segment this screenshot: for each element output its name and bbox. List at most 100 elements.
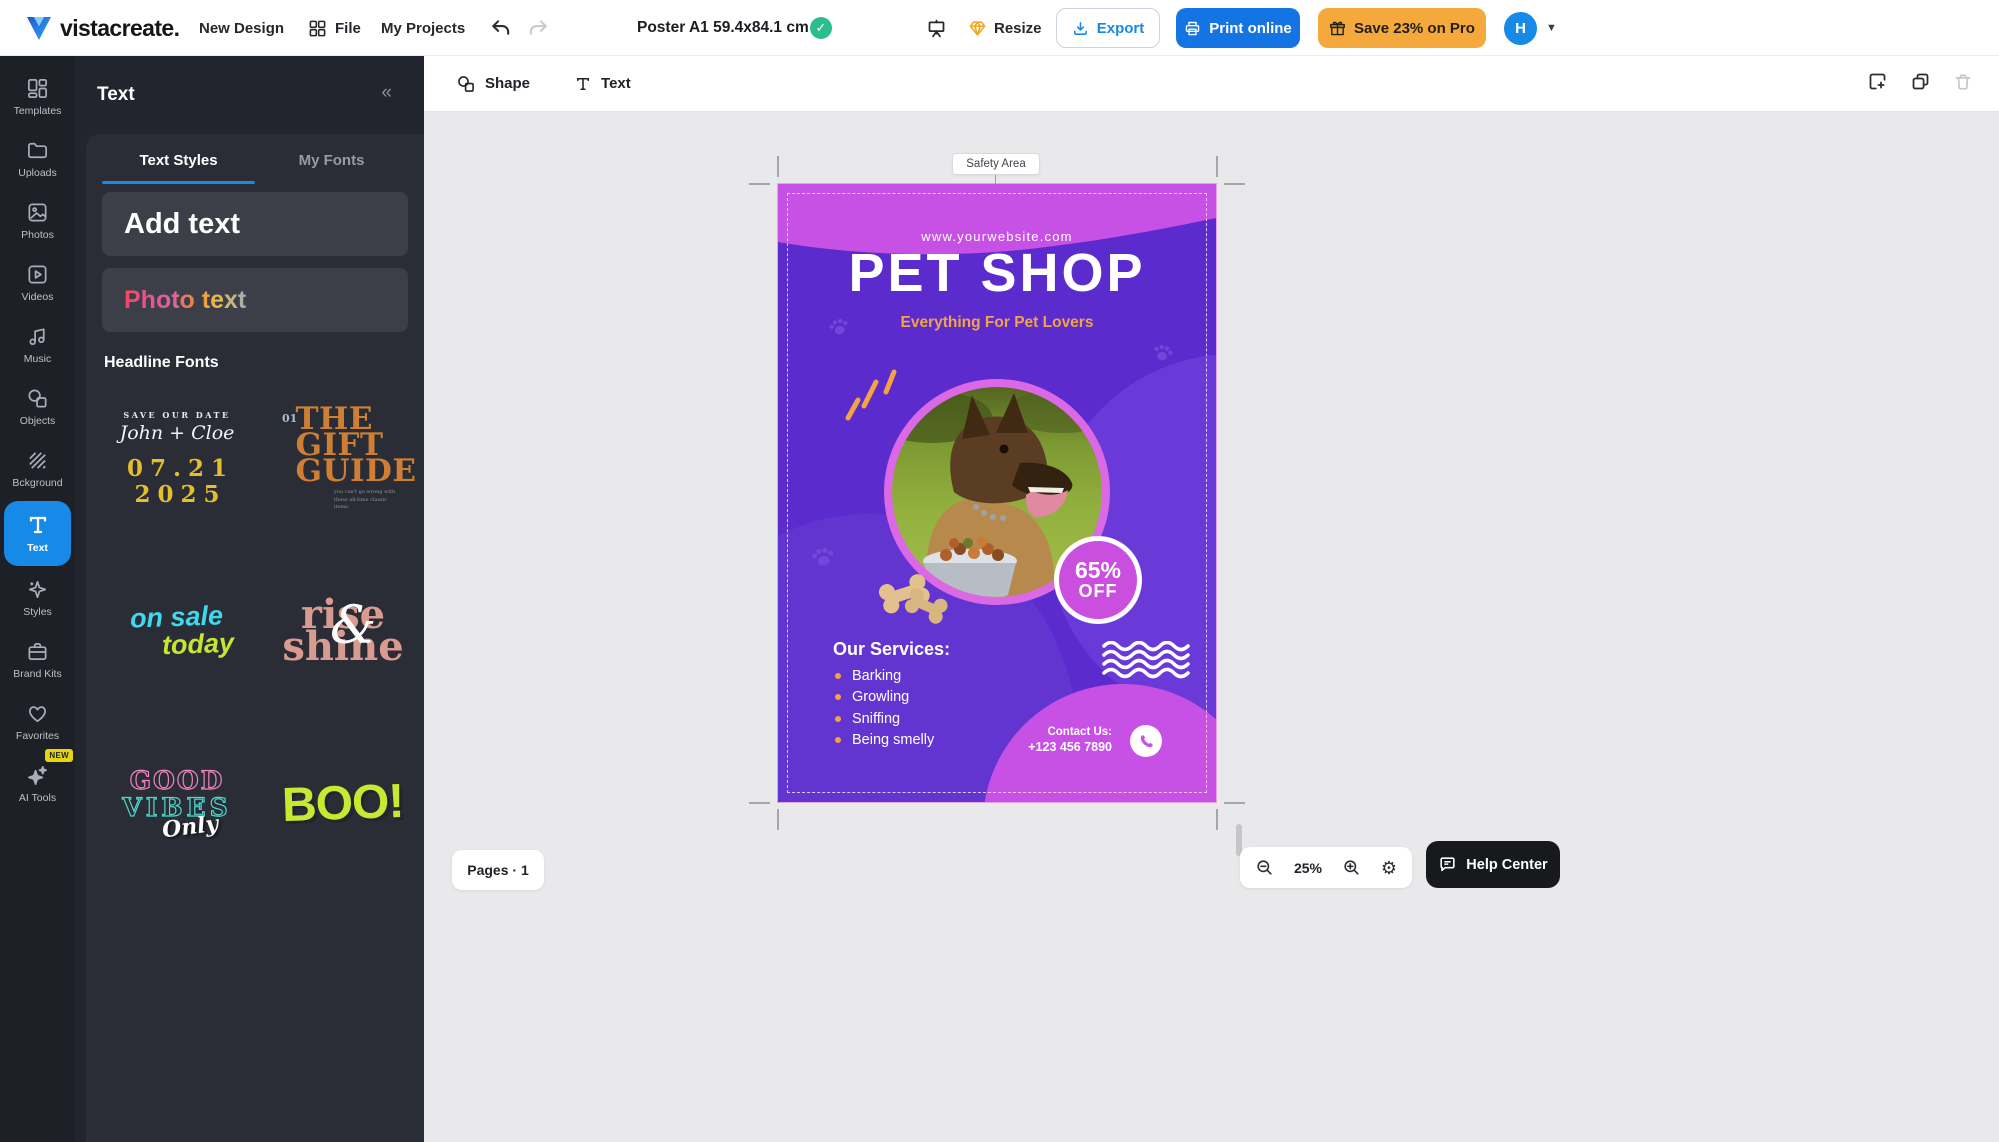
present-button[interactable] — [926, 0, 947, 56]
delete-icon[interactable] — [1953, 72, 1973, 97]
font-sample-gift-guide[interactable]: 01 THE GIFT GUIDE you can't go wrong wit… — [268, 386, 418, 532]
sidebar-item-ai-tools[interactable]: NEW AI Tools — [0, 753, 75, 815]
phone-icon — [1130, 725, 1162, 757]
canvas-toolbar: Shape Text — [424, 56, 1999, 112]
text-t-icon — [574, 75, 592, 93]
paw-print-icon — [1150, 340, 1176, 366]
panel-tabs: Text Styles My Fonts — [102, 136, 408, 184]
sidebar-item-uploads[interactable]: Uploads — [0, 128, 75, 190]
music-icon — [26, 325, 49, 348]
brand-name: vistacreate. — [60, 15, 179, 42]
headline-fonts-label: Headline Fonts — [104, 354, 408, 372]
dog-bones — [874, 570, 952, 628]
avatar[interactable]: H — [1504, 12, 1537, 45]
redo-button[interactable] — [527, 0, 550, 56]
download-icon — [1072, 20, 1089, 37]
nav-file-label: File — [335, 20, 361, 37]
sidebar-item-music[interactable]: Music — [0, 314, 75, 376]
print-online-button[interactable]: Print online — [1176, 8, 1300, 48]
avatar-caret-icon[interactable]: ▼ — [1546, 22, 1557, 34]
document-title[interactable]: Poster A1 59.4x84.1 cm — [637, 0, 809, 56]
resize-label: Resize — [994, 20, 1042, 37]
new-badge: NEW — [45, 749, 73, 762]
export-label: Export — [1097, 20, 1145, 37]
poster-page[interactable]: www.yourwebsite.com PET SHOP Everything … — [778, 184, 1216, 802]
sidebar-item-favorites[interactable]: Favorites — [0, 691, 75, 753]
export-button[interactable]: Export — [1056, 8, 1160, 48]
font-sample-on-sale-today[interactable]: on sale today — [102, 558, 252, 704]
ai-sparkles-icon — [26, 764, 49, 787]
chat-bubble-icon — [1438, 855, 1457, 874]
nav-my-projects[interactable]: My Projects — [381, 0, 465, 56]
font-sample-save-our-date[interactable]: SAVE OUR DATE John + Cloe 07.21 2025 — [102, 386, 252, 532]
services-list[interactable]: Barking Growling Sniffing Being smelly — [835, 665, 934, 751]
tab-text-styles[interactable]: Text Styles — [102, 136, 255, 184]
service-item: Growling — [835, 687, 934, 709]
insert-shape-button[interactable]: Shape — [456, 74, 530, 94]
wavy-lines-decoration — [1102, 641, 1194, 679]
objects-icon — [26, 387, 49, 410]
folder-icon — [26, 139, 49, 162]
brand-logo[interactable]: vistacreate. — [26, 0, 179, 56]
photo-text-button[interactable]: Photo text — [102, 268, 408, 332]
printer-icon — [1184, 20, 1201, 37]
poster-title[interactable]: PET SHOP — [778, 242, 1216, 304]
font-sample-rise-and-shine[interactable]: rise shine & — [268, 558, 418, 704]
collapse-panel-icon[interactable]: « — [381, 82, 392, 104]
text-panel: Text « Text Styles My Fonts Add text Pho… — [75, 56, 424, 1142]
background-icon — [26, 449, 49, 472]
zoom-in-icon[interactable] — [1342, 858, 1361, 877]
saved-status: ✓ — [810, 0, 832, 56]
sidebar-item-photos[interactable]: Photos — [0, 190, 75, 252]
pages-button[interactable]: Pages · 1 — [452, 850, 544, 890]
nav-file[interactable]: File — [308, 0, 361, 56]
sidebar-item-objects[interactable]: Objects — [0, 376, 75, 438]
resize-button[interactable]: Resize — [968, 0, 1042, 56]
poster-subtitle[interactable]: Everything For Pet Lovers — [778, 314, 1216, 332]
video-icon — [26, 263, 49, 286]
contact-block[interactable]: Contact Us: +123 456 7890 — [1028, 726, 1112, 754]
service-item: Barking — [835, 665, 934, 687]
sidebar-item-brand-kits[interactable]: Brand Kits — [0, 629, 75, 691]
file-grid-icon — [308, 19, 327, 38]
service-item: Sniffing — [835, 708, 934, 730]
zoom-out-icon[interactable] — [1255, 858, 1274, 877]
sidebar-item-styles[interactable]: Styles — [0, 567, 75, 629]
shape-icon — [456, 74, 476, 94]
briefcase-icon — [26, 640, 49, 663]
services-title[interactable]: Our Services: — [833, 639, 950, 660]
panel-title: Text — [97, 84, 135, 106]
add-text-button[interactable]: Add text — [102, 192, 408, 256]
heart-icon — [26, 702, 49, 725]
canvas-area: Shape Text — [424, 56, 1999, 1142]
save-on-pro-button[interactable]: Save 23% on Pro — [1318, 8, 1486, 48]
safety-area-stem — [995, 175, 996, 184]
zoom-level[interactable]: 25% — [1294, 860, 1322, 876]
saved-check-icon: ✓ — [810, 17, 832, 39]
crop-mark — [749, 802, 770, 804]
help-center-button[interactable]: Help Center — [1426, 841, 1560, 888]
undo-button[interactable] — [489, 0, 512, 56]
tab-my-fonts[interactable]: My Fonts — [255, 136, 408, 184]
nav-new-design[interactable]: New Design — [199, 0, 284, 56]
photo-icon — [26, 201, 49, 224]
font-sample-boo[interactable]: BOO! — [268, 730, 418, 876]
crop-mark — [777, 156, 779, 177]
gift-icon — [1329, 20, 1346, 37]
duplicate-icon[interactable] — [1910, 71, 1931, 97]
discount-badge[interactable]: 65% OFF — [1054, 536, 1142, 624]
safety-area-label: Safety Area — [952, 153, 1040, 175]
font-sample-good-vibes-only[interactable]: GOOD VIBES Only — [102, 730, 252, 876]
save-on-pro-label: Save 23% on Pro — [1354, 20, 1475, 37]
panel-body: Text Styles My Fonts Add text Photo text… — [86, 134, 424, 1142]
settings-gear-icon[interactable]: ⚙ — [1381, 859, 1397, 877]
styles-sparkle-icon — [26, 578, 49, 601]
sidebar-item-templates[interactable]: Templates — [0, 66, 75, 128]
paw-print-icon — [808, 542, 838, 572]
sidebar-item-background[interactable]: Bckground — [0, 438, 75, 500]
add-page-icon[interactable] — [1867, 71, 1888, 97]
sidebar-item-videos[interactable]: Videos — [0, 252, 75, 314]
insert-text-button[interactable]: Text — [574, 75, 631, 93]
sidebar-item-text[interactable]: Text — [0, 500, 75, 567]
crop-mark — [1224, 802, 1245, 804]
